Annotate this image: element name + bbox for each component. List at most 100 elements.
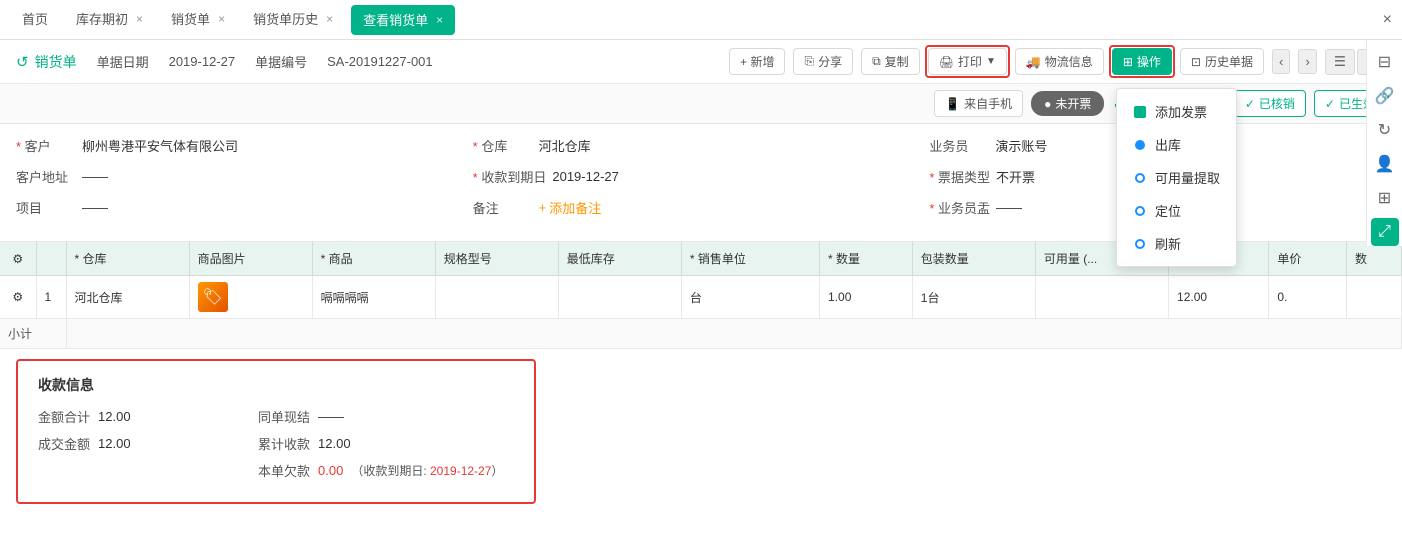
- row-pack-qty: 1台: [912, 276, 1035, 319]
- tab-inventory[interactable]: 库存期初 ×: [62, 0, 157, 40]
- due-date-value: 2019-12-27: [552, 169, 619, 184]
- customer-value: 柳州粤港平安气体有限公司: [82, 136, 238, 155]
- total-amount-item: 金额合计 12.00: [38, 407, 218, 426]
- print-icon: 🖨: [939, 55, 954, 69]
- print-dropdown-icon: ▼: [986, 56, 996, 67]
- row-available: [1035, 276, 1168, 319]
- sidebar-icon-4[interactable]: 👤: [1371, 150, 1399, 178]
- sidebar-icon-3[interactable]: ↻: [1371, 116, 1399, 144]
- list-view-button[interactable]: ☰: [1325, 49, 1355, 75]
- col-warehouse: * 仓库: [66, 242, 189, 276]
- add-invoice-icon: [1133, 105, 1147, 119]
- sidebar-icon-1[interactable]: ⊟: [1371, 48, 1399, 76]
- row-settings[interactable]: ⚙: [0, 276, 36, 319]
- row-quantity: 1.00: [820, 276, 913, 319]
- add-note-button[interactable]: + 添加备注: [539, 198, 602, 217]
- address-value: ——: [82, 169, 108, 184]
- doc-meta: 单据日期 2019-12-27 单据编号 SA-20191227-001: [97, 52, 433, 71]
- gear-icon: ⚙: [12, 290, 23, 304]
- not-open-button[interactable]: ● 未开票: [1031, 91, 1104, 116]
- table-row: ⚙ 1 河北仓库 🏷 嗝嗝嗝嗝 台 1.00 1台 12.00 0.: [0, 276, 1402, 319]
- tab-sales-history[interactable]: 销货单历史 ×: [239, 0, 347, 40]
- print-button[interactable]: 🖨 打印 ▼: [928, 48, 1007, 75]
- doc-type-title: ↺ 销货单: [16, 52, 77, 72]
- locate-label: 定位: [1155, 201, 1181, 220]
- add-invoice-label: 添加发票: [1155, 102, 1207, 121]
- tab-bar: 首页 库存期初 × 销货单 × 销货单历史 × 查看销货单 × ×: [0, 0, 1402, 40]
- operations-icon: ⊞: [1123, 55, 1133, 69]
- col-image: 商品图片: [189, 242, 312, 276]
- next-record-button[interactable]: ›: [1298, 49, 1316, 74]
- subtotal-label-cell: 小计: [0, 319, 66, 349]
- row-index: 1: [36, 276, 66, 319]
- doc-number-label: 单据编号: [255, 52, 307, 71]
- prev-record-button[interactable]: ‹: [1272, 49, 1290, 74]
- doc-header: ↺ 销货单 单据日期 2019-12-27 单据编号 SA-20191227-0…: [0, 40, 1402, 84]
- dropdown-item-refresh[interactable]: 刷新: [1117, 227, 1236, 260]
- outbound-icon: [1133, 138, 1147, 152]
- history-button[interactable]: ⊡ 历史单据: [1180, 48, 1264, 75]
- sidebar-icon-expand[interactable]: ⤢: [1371, 218, 1399, 246]
- total-amount-value: 12.00: [98, 409, 131, 424]
- tab-sales-close[interactable]: ×: [218, 12, 225, 26]
- outbound-label: 出库: [1155, 135, 1181, 154]
- logistics-icon: 🚚: [1026, 55, 1041, 69]
- effective-icon: ✓: [1325, 97, 1335, 111]
- new-button[interactable]: + 新增: [729, 48, 785, 75]
- deal-amount-item: 成交金额 12.00: [38, 434, 218, 453]
- dropdown-item-locate[interactable]: 定位: [1117, 194, 1236, 227]
- deal-amount-value: 12.00: [98, 436, 131, 451]
- tab-home[interactable]: 首页: [8, 0, 62, 40]
- col-product: * 商品: [312, 242, 435, 276]
- tab-sales-history-close[interactable]: ×: [326, 12, 333, 26]
- project-label: 项目: [16, 198, 76, 217]
- copy-button[interactable]: ⧉ 复制: [861, 48, 920, 75]
- sidebar-icon-5[interactable]: ⊞: [1371, 184, 1399, 212]
- subtotal-data: [66, 319, 1402, 349]
- row-unit: 台: [681, 276, 819, 319]
- window-close-button[interactable]: ×: [1383, 11, 1392, 29]
- address-label: 客户地址: [16, 167, 76, 186]
- phone-icon: 📱: [945, 97, 960, 111]
- right-sidebar: ⊟ 🔗 ↻ 👤 ⊞ ⤢: [1366, 40, 1402, 246]
- customer-field: 客户 柳州粤港平安气体有限公司: [16, 136, 473, 155]
- col-quantity: * 数量: [820, 242, 913, 276]
- subtotal-row: 小计: [0, 319, 1402, 349]
- summary-row-3: 本单欠款 0.00 （收款到期日: 2019-12-27）: [38, 461, 514, 480]
- due-date-label: 收款到期日: [473, 167, 547, 186]
- available-qty-icon: [1133, 171, 1147, 185]
- locate-icon: [1133, 204, 1147, 218]
- dropdown-item-available-qty[interactable]: 可用量提取: [1117, 161, 1236, 194]
- sidebar-icon-2[interactable]: 🔗: [1371, 82, 1399, 110]
- dropdown-item-add-invoice[interactable]: 添加发票: [1117, 95, 1236, 128]
- warehouse-field: 仓库 河北仓库: [473, 136, 930, 155]
- total-amount-label: 金额合计: [38, 407, 90, 426]
- warehouse-label: 仓库: [473, 136, 533, 155]
- verified-button[interactable]: ✓ 已核销: [1234, 90, 1306, 117]
- tab-inventory-close[interactable]: ×: [136, 12, 143, 26]
- project-field: 项目 ——: [16, 198, 473, 217]
- row-extra: [1346, 276, 1401, 319]
- col-settings: ⚙: [0, 242, 36, 276]
- row-product: 嗝嗝嗝嗝: [312, 276, 435, 319]
- ticket-label: 票据类型: [929, 167, 990, 186]
- tab-view-sales[interactable]: 查看销货单 ×: [351, 5, 455, 35]
- operations-button[interactable]: ⊞ 操作: [1112, 48, 1172, 75]
- logistics-button[interactable]: 🚚 物流信息: [1015, 48, 1104, 75]
- dropdown-item-outbound[interactable]: 出库: [1117, 128, 1236, 161]
- doc-date-label: 单据日期: [97, 52, 149, 71]
- tab-view-sales-close[interactable]: ×: [436, 13, 443, 27]
- share-button[interactable]: ⎘ 分享: [793, 48, 853, 75]
- available-qty-label: 可用量提取: [1155, 168, 1220, 187]
- tab-sales[interactable]: 销货单 ×: [157, 0, 239, 40]
- from-phone-button[interactable]: 📱 来自手机: [934, 90, 1023, 117]
- row-spec: [435, 276, 558, 319]
- same-order-settle-label: 同单现结: [258, 407, 310, 426]
- staff-label: 业务员: [929, 136, 989, 155]
- product-image: 🏷: [198, 282, 228, 312]
- address-field: 客户地址 ——: [16, 167, 473, 186]
- cumulative-receipt-item: 累计收款 12.00: [258, 434, 438, 453]
- col-extra: 数: [1346, 242, 1401, 276]
- col-min-stock: 最低库存: [558, 242, 681, 276]
- verified-icon: ✓: [1245, 97, 1255, 111]
